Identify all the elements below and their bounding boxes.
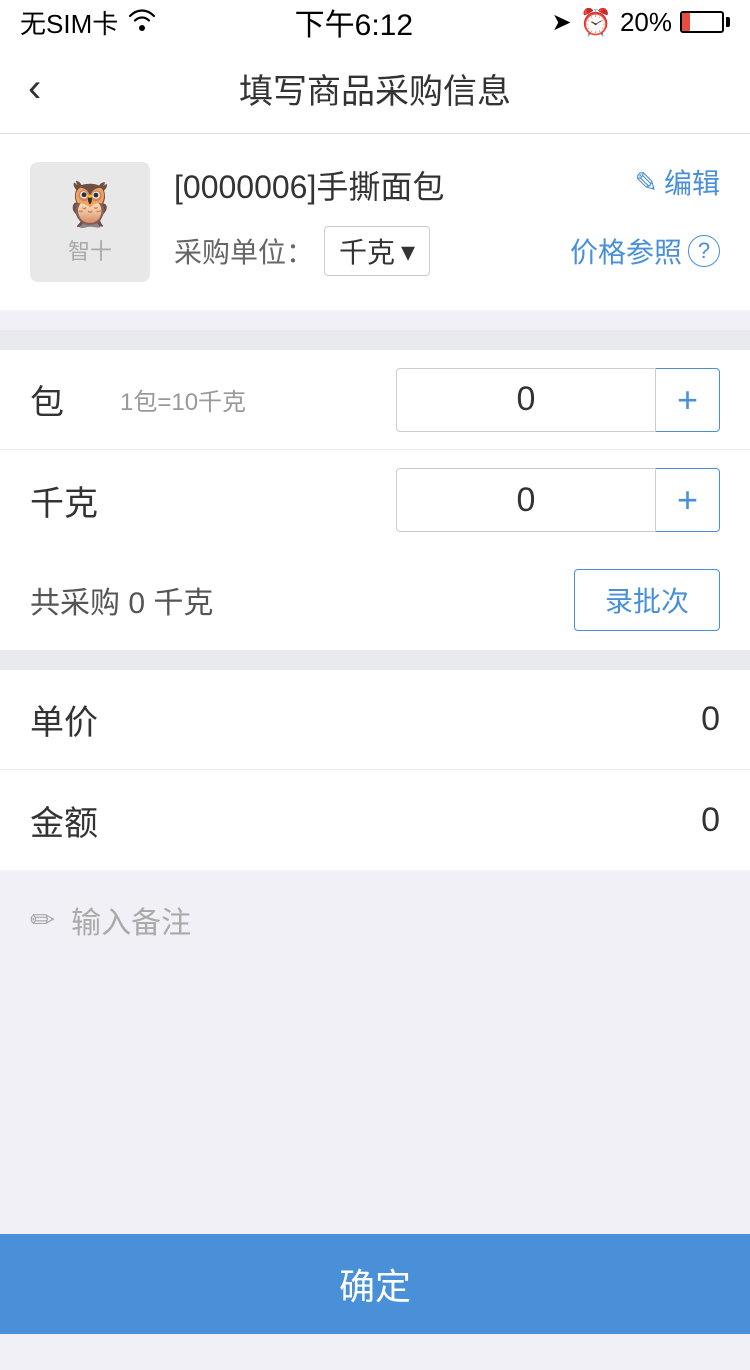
input-section: 包 1包=10千克 + 千克 + [0, 350, 750, 550]
section-divider-1 [0, 330, 750, 350]
amount-label: 金额 [30, 796, 98, 845]
info-section: 单价 0 金额 0 [0, 670, 750, 870]
amount-row: 金额 0 [0, 770, 750, 870]
amount-value: 0 [701, 801, 720, 840]
notes-area[interactable]: ✏ 输入备注 [0, 870, 750, 970]
logo-owl-icon: 🦉 [63, 178, 118, 230]
section-divider-2 [0, 650, 750, 670]
price-value: 0 [701, 700, 720, 739]
product-header: [0000006]手撕面包 ✎ 编辑 [174, 162, 720, 208]
location-icon: ➤ [551, 8, 571, 37]
total-row: 共采购 0 千克 录批次 [0, 550, 750, 650]
price-label: 单价 [30, 695, 98, 744]
unit-label: 采购单位： 千克 ▾ [174, 226, 430, 276]
batch-button[interactable]: 录批次 [574, 569, 720, 631]
product-name: [0000006]手撕面包 [174, 162, 444, 208]
bag-quantity-input[interactable] [396, 368, 656, 432]
help-icon: ? [688, 235, 720, 267]
battery-icon [680, 11, 730, 33]
carrier-text: 无SIM卡 [20, 4, 118, 41]
status-left: 无SIM卡 [20, 4, 156, 41]
bag-label: 包 [30, 375, 110, 424]
edit-icon: ✎ [635, 166, 658, 199]
product-card: 🦉 智十 [0000006]手撕面包 ✎ 编辑 采购单位： 千克 ▾ [0, 134, 750, 310]
page-title: 填写商品采购信息 [239, 64, 511, 113]
wifi-icon [128, 7, 156, 38]
notes-placeholder: 输入备注 [71, 898, 191, 942]
kg-input-row: 千克 + [0, 450, 750, 550]
bag-plus-button[interactable]: + [656, 368, 720, 432]
bag-input-row: 包 1包=10千克 + [0, 350, 750, 450]
confirm-button[interactable]: 确定 [0, 1234, 750, 1334]
kg-input-right: + [396, 468, 720, 532]
dropdown-arrow-icon: ▾ [401, 235, 415, 268]
product-unit-row: 采购单位： 千克 ▾ 价格参照 ? [174, 226, 720, 276]
kg-label: 千克 [30, 476, 110, 525]
status-bar: 无SIM卡 下午6:12 ➤ ⏰ 20% [0, 0, 750, 44]
nav-bar: ‹ 填写商品采购信息 [0, 44, 750, 134]
price-ref-button[interactable]: 价格参照 ? [570, 231, 720, 271]
kg-plus-button[interactable]: + [656, 468, 720, 532]
total-text: 共采购 0 千克 [30, 578, 213, 622]
product-info: [0000006]手撕面包 ✎ 编辑 采购单位： 千克 ▾ 价格参照 ? [174, 162, 720, 276]
product-logo: 🦉 智十 [30, 162, 150, 282]
status-right: ➤ ⏰ 20% [551, 7, 730, 38]
unit-select[interactable]: 千克 ▾ [324, 226, 430, 276]
logo-text: 智十 [68, 234, 112, 266]
bag-sublabel: 1包=10千克 [120, 382, 246, 417]
kg-quantity-input[interactable] [396, 468, 656, 532]
content: 🦉 智十 [0000006]手撕面包 ✎ 编辑 采购单位： 千克 ▾ [0, 134, 750, 1370]
status-time: 下午6:12 [295, 0, 413, 44]
edit-button[interactable]: ✎ 编辑 [635, 162, 720, 202]
confirm-label: 确定 [339, 1258, 411, 1310]
pencil-icon: ✏ [30, 903, 55, 938]
price-row: 单价 0 [0, 670, 750, 770]
battery-percent: 20% [620, 7, 672, 38]
alarm-icon: ⏰ [580, 7, 612, 38]
bag-input-right: + [396, 368, 720, 432]
back-button[interactable]: ‹ [28, 66, 41, 111]
